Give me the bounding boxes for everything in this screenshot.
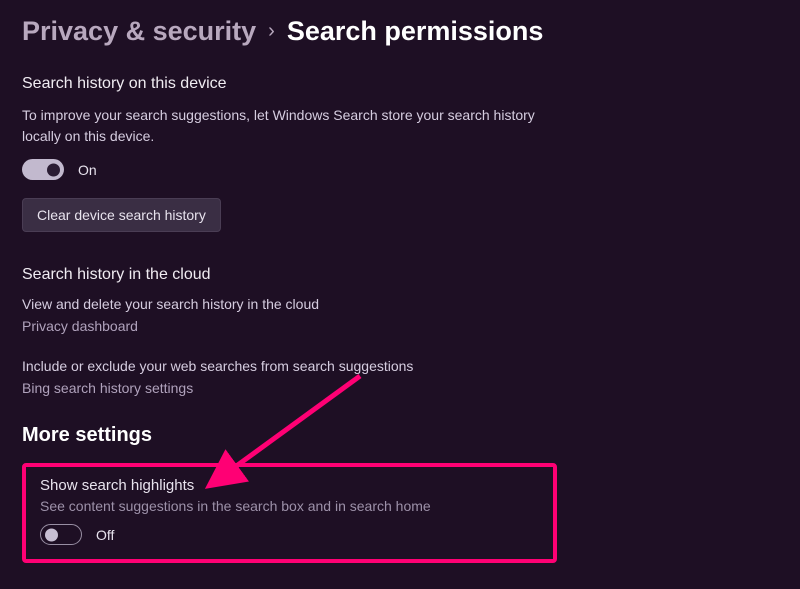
search-highlights-toggle[interactable] (40, 524, 82, 545)
bing-history-link[interactable]: Bing search history settings (22, 380, 778, 396)
privacy-dashboard-block: View and delete your search history in t… (22, 296, 778, 334)
privacy-dashboard-link[interactable]: Privacy dashboard (22, 318, 778, 334)
search-highlights-title: Show search highlights (40, 477, 539, 494)
device-history-toggle-row: On (22, 159, 778, 180)
search-highlights-setting: Show search highlights See content sugge… (22, 463, 557, 563)
device-history-title: Search history on this device (22, 75, 778, 93)
breadcrumb-current: Search permissions (287, 16, 544, 47)
cloud-view-desc: View and delete your search history in t… (22, 296, 778, 312)
device-history-desc: To improve your search suggestions, let … (22, 105, 542, 147)
cloud-include-desc: Include or exclude your web searches fro… (22, 358, 778, 374)
toggle-knob-icon (45, 528, 58, 541)
bing-settings-block: Include or exclude your web searches fro… (22, 358, 778, 396)
cloud-history-title: Search history in the cloud (22, 266, 778, 284)
search-highlights-toggle-row: Off (40, 524, 539, 545)
device-history-toggle-label: On (78, 162, 97, 178)
device-history-section: Search history on this device To improve… (22, 75, 778, 266)
breadcrumb-parent[interactable]: Privacy & security (22, 16, 256, 47)
chevron-right-icon: › (268, 20, 275, 43)
more-settings-heading: More settings (22, 424, 778, 447)
search-highlights-desc: See content suggestions in the search bo… (40, 498, 539, 514)
search-highlights-toggle-label: Off (96, 527, 114, 543)
device-history-toggle[interactable] (22, 159, 64, 180)
cloud-history-section: Search history in the cloud View and del… (22, 266, 778, 396)
breadcrumb: Privacy & security › Search permissions (22, 16, 778, 47)
toggle-knob-icon (47, 163, 60, 176)
clear-history-button[interactable]: Clear device search history (22, 198, 221, 232)
